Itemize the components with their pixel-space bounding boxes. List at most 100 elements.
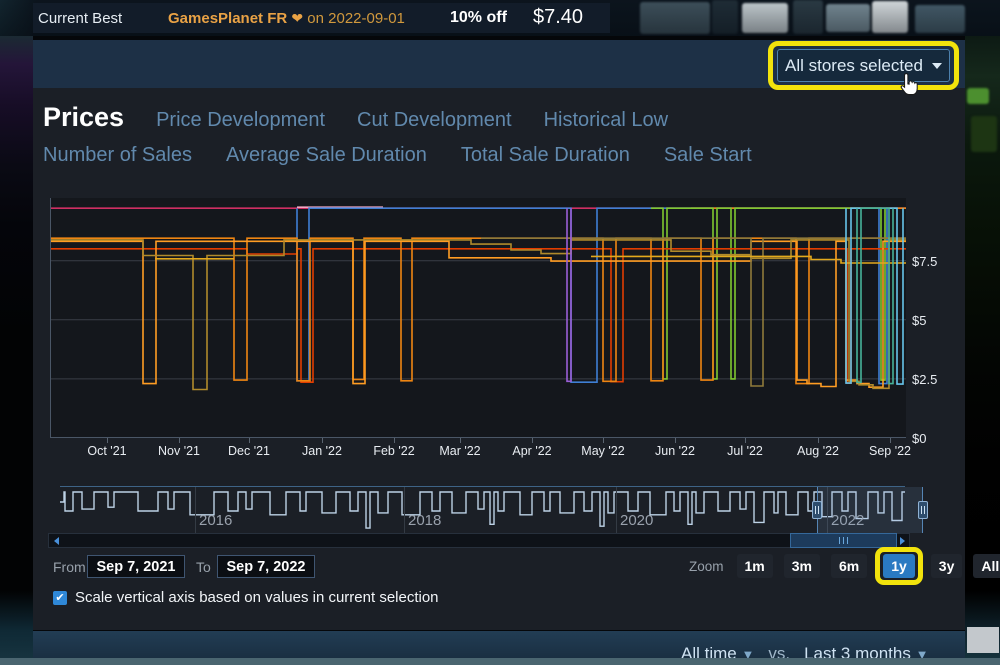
navigator-scrollbar[interactable] [48, 533, 910, 548]
navigator-year-label: 2018 [408, 512, 441, 529]
chevron-down-icon: ▼ [741, 647, 754, 658]
x-axis-tick [322, 438, 323, 443]
price-history-overlay: Current Best GamesPlanet FR ❤ on 2022-09… [0, 0, 1000, 665]
tab-price-development[interactable]: Price Development [156, 109, 325, 132]
current-best-cut: 10% off [450, 9, 507, 27]
current-best-row: Current Best GamesPlanet FR ❤ on 2022-09… [33, 3, 610, 33]
zoom-button-1m[interactable]: 1m [737, 554, 773, 578]
current-best-date: on 2022-09-01 [307, 10, 405, 27]
store-name[interactable]: GamesPlanet FR [168, 10, 287, 27]
x-axis-tick [675, 438, 676, 443]
y-axis-tick-label: $5 [912, 313, 926, 328]
tab-number-of-sales[interactable]: Number of Sales [43, 144, 192, 167]
scale-axis-label: Scale vertical axis based on values in c… [75, 589, 439, 606]
navigator-year-gridline [616, 487, 617, 533]
price-series-orange-light [51, 241, 906, 387]
x-axis-tick-label: Apr '22 [500, 444, 564, 458]
zoom-label: Zoom [689, 559, 724, 574]
zoom-controls: Zoom 1m3m6m1y3yAll [689, 553, 959, 579]
y-axis-tick-label: $7.5 [912, 254, 937, 269]
bottom-page-strip [0, 658, 1000, 665]
scrollbar-left-arrow-icon[interactable] [49, 534, 63, 547]
x-axis-tick-label: Feb '22 [362, 444, 426, 458]
zoom-button-1y[interactable]: 1y [883, 554, 915, 578]
chevron-down-icon: ▼ [916, 647, 929, 658]
current-best-store[interactable]: GamesPlanet FR ❤ on 2022-09-01 [168, 10, 405, 27]
x-axis-tick [603, 438, 604, 443]
scale-axis-checkbox[interactable]: ✔ [53, 591, 67, 605]
navigator-selection-window[interactable] [817, 487, 923, 533]
x-axis-tick [460, 438, 461, 443]
price-series-dark-yellow [51, 240, 906, 390]
x-axis-tick-label: Oct '21 [75, 444, 139, 458]
price-series-purple [567, 208, 571, 381]
x-axis-tick [179, 438, 180, 443]
zoom-button-3y[interactable]: 3y [931, 554, 963, 578]
from-date-input[interactable] [87, 555, 185, 578]
compare-footer-text: All time ▼ vs. Last 3 months ▼ [681, 644, 928, 658]
x-axis-tick-label: Nov '21 [147, 444, 211, 458]
tab-total-sale-duration[interactable]: Total Sale Duration [461, 144, 630, 167]
navigator-year-label: 2016 [199, 512, 232, 529]
x-axis-tick-label: Aug '22 [786, 444, 850, 458]
compare-range-b-dropdown[interactable]: Last 3 months ▼ [804, 644, 928, 658]
price-series-orange [51, 238, 906, 383]
x-axis-tick [249, 438, 250, 443]
zoom-button-3m[interactable]: 3m [784, 554, 820, 578]
from-label: From [53, 559, 86, 575]
x-axis-tick [532, 438, 533, 443]
chevron-down-icon [932, 63, 942, 69]
background-artwork [971, 116, 997, 152]
prices-panel: Prices Price Development Cut Development H… [33, 88, 965, 630]
tab-average-sale-duration[interactable]: Average Sale Duration [226, 144, 427, 167]
to-date-input[interactable] [217, 555, 315, 578]
x-axis-tick-label: Jun '22 [643, 444, 707, 458]
navigator-price-line [60, 492, 905, 528]
compare-vs-label: vs. [768, 644, 790, 658]
scale-axis-row: ✔ Scale vertical axis based on values in… [53, 589, 439, 606]
stores-dropdown-button[interactable]: All stores selected [777, 49, 950, 82]
zoom-button-all[interactable]: All [973, 554, 1000, 578]
price-chart-plot[interactable] [50, 198, 906, 438]
x-axis-tick [890, 438, 891, 443]
x-axis-tick-label: Mar '22 [428, 444, 492, 458]
history-navigator[interactable]: 2016201820202022 [60, 486, 905, 533]
tab-cut-development[interactable]: Cut Development [357, 109, 512, 132]
x-axis-tick-label: Dec '21 [217, 444, 281, 458]
tab-prices[interactable]: Prices [43, 102, 124, 133]
scrollbar-thumb[interactable] [790, 533, 897, 548]
to-label: To [196, 559, 211, 575]
x-axis-tick-label: Jul '22 [713, 444, 777, 458]
heart-icon: ❤ [291, 10, 303, 26]
background-artwork [967, 88, 989, 104]
zoom-button-6m[interactable]: 6m [831, 554, 867, 578]
scrollbar-right-arrow-icon[interactable] [895, 534, 909, 547]
selection-handle-right[interactable] [918, 501, 928, 519]
tab-sale-start[interactable]: Sale Start [664, 144, 752, 167]
price-series-green [651, 208, 885, 380]
x-axis-tick [745, 438, 746, 443]
compare-range-a-label: All time [681, 644, 737, 658]
x-axis-tick [818, 438, 819, 443]
x-axis-tick-label: Sep '22 [858, 444, 922, 458]
highlight-ring-zoom: 1y [875, 547, 923, 585]
navigator-year-gridline [195, 487, 196, 533]
tab-historical-low[interactable]: Historical Low [544, 109, 668, 132]
tabs-row-2: Number of Sales Average Sale Duration Tota… [43, 144, 752, 167]
background-light-block [967, 627, 999, 653]
selection-handle-left[interactable] [812, 501, 822, 519]
price-series-yellow-mid [591, 256, 906, 263]
navigator-sparkline [60, 487, 905, 534]
compare-footer-bar: All time ▼ vs. Last 3 months ▼ [33, 631, 965, 658]
compare-range-b-label: Last 3 months [804, 644, 911, 658]
price-series-red [51, 249, 906, 383]
current-best-label: Current Best [38, 10, 122, 27]
x-axis-tick [394, 438, 395, 443]
tabs-row-1: Prices Price Development Cut Development H… [43, 102, 668, 133]
x-axis-labels: Oct '21Nov '21Dec '21Jan '22Feb '22Mar '… [50, 444, 930, 460]
price-chart-svg [51, 198, 906, 438]
y-axis-labels: $7.5$5$2.5$0 [912, 198, 962, 442]
background-artwork-left [0, 36, 33, 658]
compare-range-a-dropdown[interactable]: All time ▼ [681, 644, 754, 658]
mouse-cursor-hand-icon [896, 72, 921, 101]
